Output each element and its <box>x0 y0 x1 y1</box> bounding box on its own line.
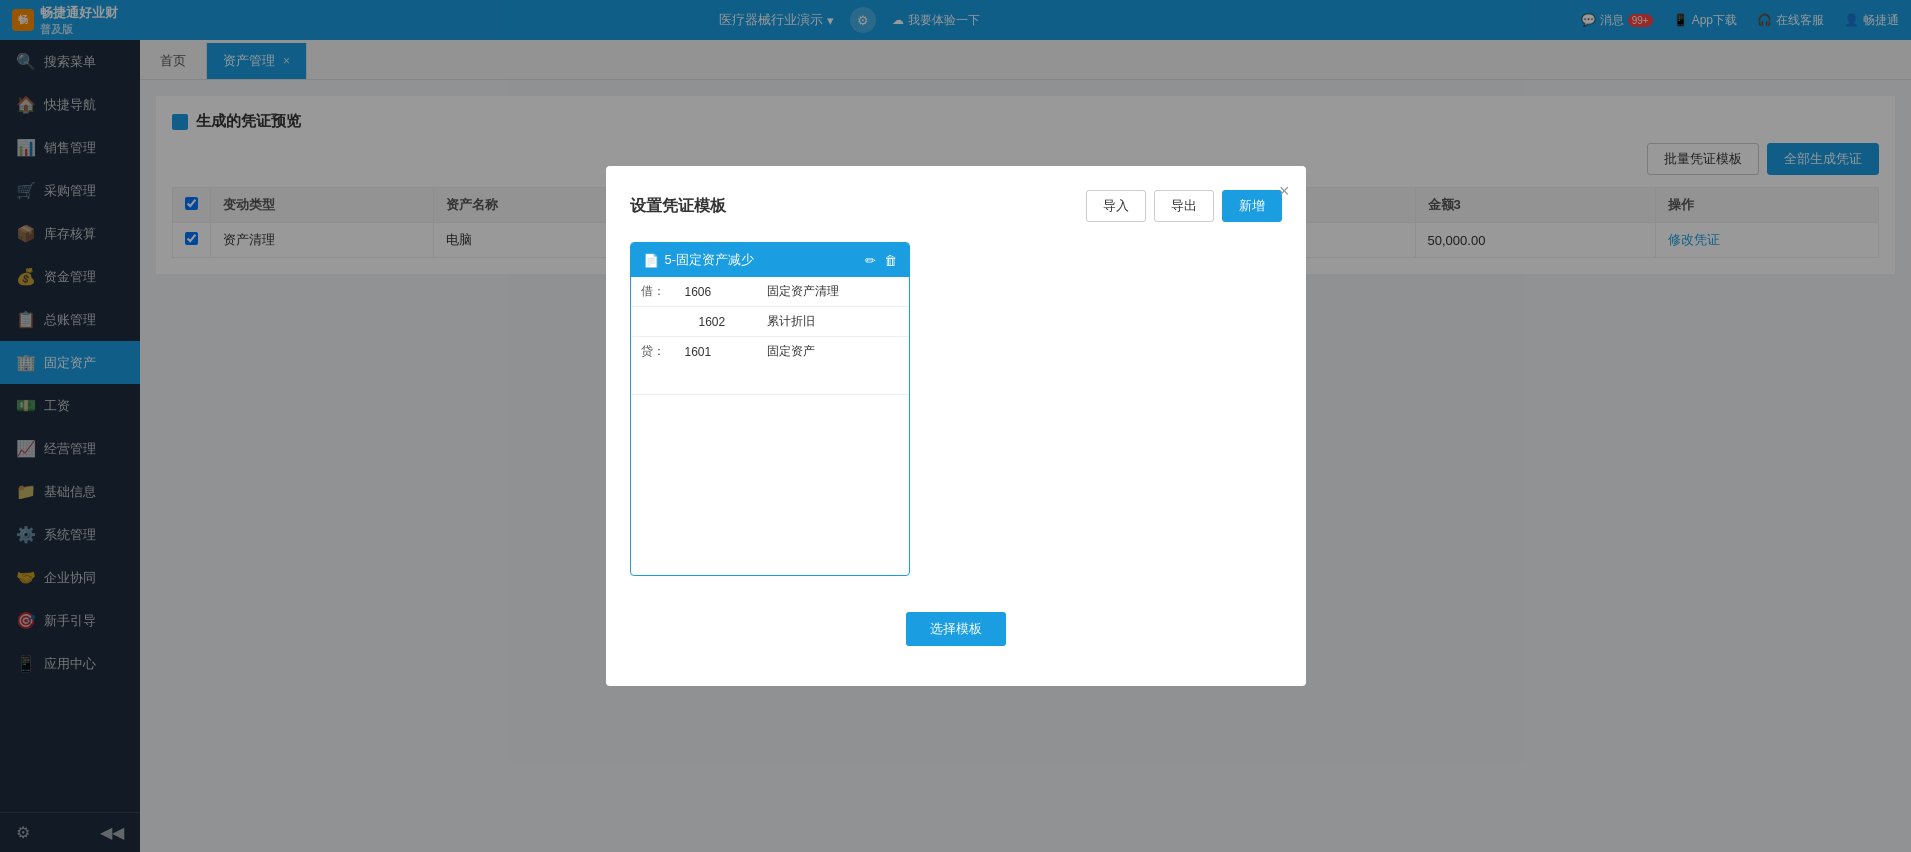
empty-row-2 <box>631 394 909 422</box>
entry-code: 1606 <box>675 277 757 307</box>
entry-amount <box>881 277 908 307</box>
template-entry-row: 1602 累计折旧 <box>631 307 909 337</box>
entry-name: 累计折旧 <box>757 307 882 337</box>
entry-code: 1601 <box>675 337 757 367</box>
new-button[interactable]: 新增 <box>1222 190 1282 222</box>
entry-code: 1602 <box>675 307 757 337</box>
template-entry-row: 借： 1606 固定资产清理 <box>631 277 909 307</box>
import-button[interactable]: 导入 <box>1086 190 1146 222</box>
entry-amount <box>881 307 908 337</box>
entry-name: 固定资产 <box>757 337 882 367</box>
select-template-button[interactable]: 选择模板 <box>906 612 1006 646</box>
export-button[interactable]: 导出 <box>1154 190 1214 222</box>
template-entry-empty <box>631 366 909 422</box>
entry-type <box>631 307 675 337</box>
entry-amount <box>881 337 908 367</box>
template-card-header-left: 📄 5-固定资产减少 <box>643 251 755 269</box>
modal-title: 设置凭证模板 <box>630 196 726 217</box>
modal-actions: 导入 导出 新增 <box>1086 190 1282 222</box>
entry-name: 固定资产清理 <box>757 277 882 307</box>
template-edit-icon[interactable]: ✏ <box>865 253 876 268</box>
modal-footer: 选择模板 <box>630 576 1282 662</box>
template-grid: 📄 5-固定资产减少 ✏ 🗑 借： 1606 固定资产清理 1 <box>630 242 1282 576</box>
modal-overlay: 设置凭证模板 导入 导出 新增 × 📄 5-固定资产减少 ✏ 🗑 <box>0 0 1911 852</box>
template-entry-row: 贷： 1601 固定资产 <box>631 337 909 367</box>
entry-type: 借： <box>631 277 675 307</box>
modal-dialog: 设置凭证模板 导入 导出 新增 × 📄 5-固定资产减少 ✏ 🗑 <box>606 166 1306 686</box>
entry-type: 贷： <box>631 337 675 367</box>
template-delete-icon[interactable]: 🗑 <box>884 253 897 268</box>
empty-row-1 <box>631 366 909 394</box>
modal-close-icon[interactable]: × <box>1279 182 1290 200</box>
template-card-actions: ✏ 🗑 <box>865 253 897 268</box>
template-card-body: 借： 1606 固定资产清理 1602 累计折旧 贷： 1601 固定资产 <box>631 277 909 422</box>
template-doc-icon: 📄 <box>643 253 659 268</box>
modal-header: 设置凭证模板 导入 导出 新增 <box>630 190 1282 222</box>
template-name: 5-固定资产减少 <box>665 251 755 269</box>
template-card: 📄 5-固定资产减少 ✏ 🗑 借： 1606 固定资产清理 1 <box>630 242 910 576</box>
template-entry-table: 借： 1606 固定资产清理 1602 累计折旧 贷： 1601 固定资产 <box>631 277 909 366</box>
template-card-header: 📄 5-固定资产减少 ✏ 🗑 <box>631 243 909 277</box>
